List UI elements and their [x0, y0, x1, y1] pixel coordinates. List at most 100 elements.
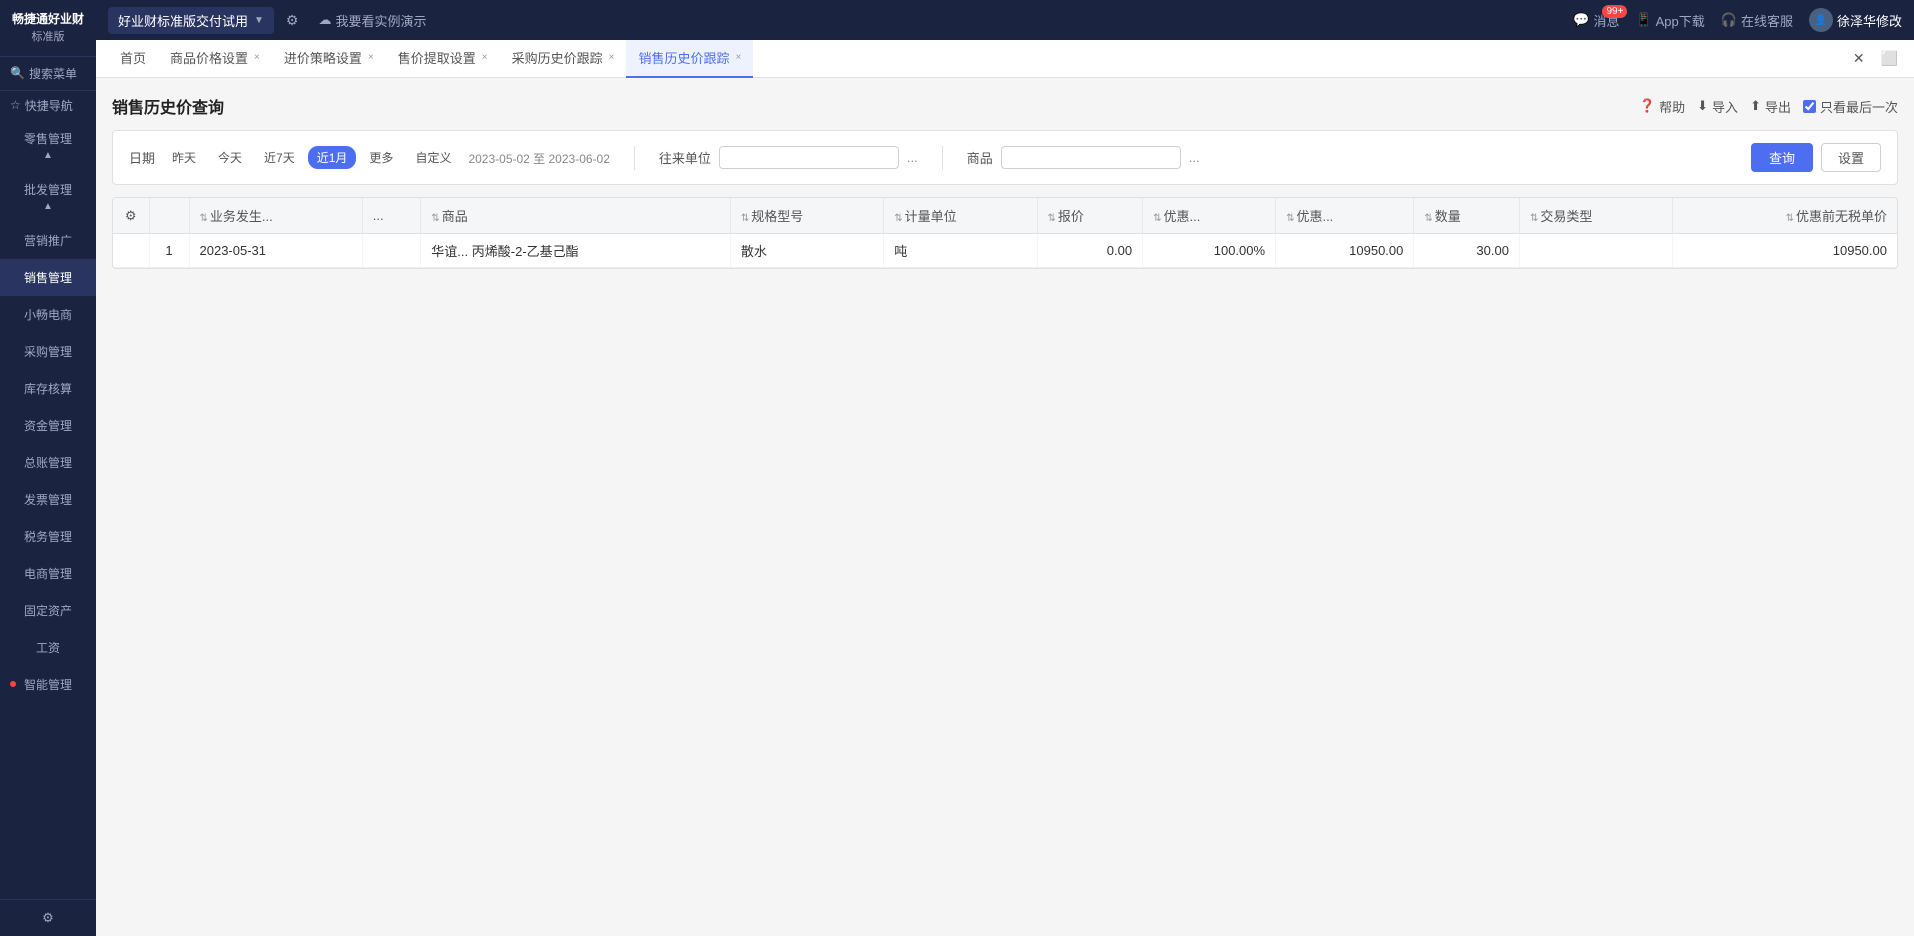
cell-spec: 散水	[730, 234, 883, 268]
avatar-icon: 👤	[1815, 15, 1827, 26]
sidebar-ecommerce-label: 电商管理	[24, 565, 72, 582]
retail-arrow-icon: ▲	[43, 150, 53, 161]
sidebar-sales-label: 销售管理	[24, 269, 72, 286]
settings-button[interactable]: 设置	[1821, 143, 1881, 172]
cell-product: 华谊... 丙烯酸-2-乙基己酯	[421, 234, 731, 268]
wholesale-arrow-icon: ▲	[43, 201, 53, 212]
date-btn-last7[interactable]: 近7天	[255, 146, 304, 169]
tab-product-price-close[interactable]: ×	[254, 52, 260, 63]
messages-button[interactable]: 💬 消息 99+	[1573, 11, 1619, 30]
date-options: 昨天 今天 近7天 近1月 更多 自定义	[163, 146, 460, 169]
sidebar-item-wholesale[interactable]: 批发管理 ▲	[0, 171, 96, 222]
data-table: ⚙ ⇅业务发生... ... ⇅商品 ⇅规格型号	[113, 198, 1897, 268]
col-header-pretax-price[interactable]: ⇅优惠前无税单价	[1673, 198, 1897, 234]
tab-purchase-strategy-close[interactable]: ×	[368, 52, 374, 63]
headset-icon: 🎧	[1721, 12, 1737, 28]
last-only-checkbox-label[interactable]: 只看最后一次	[1803, 97, 1898, 116]
col-header-more[interactable]: ...	[362, 198, 421, 234]
sidebar-item-sales[interactable]: 销售管理	[0, 259, 96, 296]
tab-purchase-strategy-label: 进价策略设置	[284, 48, 362, 67]
tab-purchase-history[interactable]: 采购历史价跟踪 ×	[500, 40, 627, 78]
tab-purchase-history-close[interactable]: ×	[609, 52, 615, 63]
query-button[interactable]: 查询	[1751, 143, 1813, 172]
tab-product-price[interactable]: 商品价格设置 ×	[158, 40, 272, 78]
col-header-trade-type[interactable]: ⇅交易类型	[1519, 198, 1672, 234]
date-btn-custom[interactable]: 自定义	[406, 146, 460, 169]
cell-trade-type	[1519, 234, 1672, 268]
demo-button[interactable]: ☁ 我要看实例演示	[318, 11, 426, 30]
date-btn-more[interactable]: 更多	[360, 146, 402, 169]
source-more-icon[interactable]: ...	[907, 150, 918, 165]
topbar: 好业财标准版交付试用 ▼ ⚙ ☁ 我要看实例演示 💬 消息 99+ 📱 App下…	[96, 0, 1914, 40]
sidebar-logo: 畅捷通好业财 标准版	[0, 0, 96, 57]
sort-date-icon: ⇅	[200, 213, 208, 224]
page-actions: ❓ 帮助 ⬇ 导入 ⬆ 导出 只看最后一次	[1639, 97, 1898, 116]
col-header-discount-pct[interactable]: ⇅优惠...	[1143, 198, 1276, 234]
tab-sales-history-label: 销售历史价跟踪	[638, 48, 729, 67]
last-only-checkbox[interactable]	[1803, 100, 1816, 113]
date-btn-last1m[interactable]: 近1月	[308, 146, 357, 169]
source-input[interactable]	[719, 146, 899, 169]
col-header-unit[interactable]: ⇅计量单位	[884, 198, 1037, 234]
sidebar-quick-nav[interactable]: ☆ 快捷导航	[0, 91, 96, 120]
col-header-spec[interactable]: ⇅规格型号	[730, 198, 883, 234]
module-selector[interactable]: 好业财标准版交付试用 ▼	[108, 7, 274, 34]
module-dropdown-icon: ▼	[254, 15, 264, 26]
date-btn-today[interactable]: 今天	[209, 146, 251, 169]
sidebar-item-marketing[interactable]: 营销推广	[0, 222, 96, 259]
tab-home[interactable]: 首页	[108, 40, 158, 78]
app-download-label: App下载	[1656, 11, 1705, 30]
sidebar-item-general-ledger[interactable]: 总账管理	[0, 444, 96, 481]
col-header-price[interactable]: ⇅报价	[1037, 198, 1143, 234]
help-button[interactable]: ❓ 帮助	[1639, 97, 1685, 116]
user-menu[interactable]: 👤 徐泽华修改	[1809, 8, 1902, 32]
sidebar-item-tax[interactable]: 税务管理	[0, 518, 96, 555]
sidebar-search-label: 搜索菜单	[29, 65, 77, 82]
col-header-qty[interactable]: ⇅数量	[1414, 198, 1520, 234]
sidebar-search[interactable]: 🔍 搜索菜单	[0, 57, 96, 91]
tab-purchase-strategy[interactable]: 进价策略设置 ×	[272, 40, 386, 78]
sidebar-fixed-assets-label: 固定资产	[24, 602, 72, 619]
col-header-gear[interactable]: ⚙	[113, 198, 149, 234]
sidebar-smart-label: 智能管理	[24, 676, 72, 693]
app-download-button[interactable]: 📱 App下载	[1635, 11, 1704, 30]
cell-discount-amt: 10950.00	[1276, 234, 1414, 268]
logo-title: 畅捷通好业财	[8, 12, 88, 28]
sidebar-item-smart[interactable]: 智能管理	[0, 666, 96, 703]
product-more-icon[interactable]: ...	[1189, 150, 1200, 165]
col-header-product[interactable]: ⇅商品	[421, 198, 731, 234]
col-header-discount-amt[interactable]: ⇅优惠...	[1276, 198, 1414, 234]
tab-sale-price-close[interactable]: ×	[482, 52, 488, 63]
expand-window-button[interactable]: ⬜	[1877, 48, 1902, 69]
date-btn-yesterday[interactable]: 昨天	[163, 146, 205, 169]
sidebar-item-salary[interactable]: 工资	[0, 629, 96, 666]
sidebar-item-purchase[interactable]: 采购管理	[0, 333, 96, 370]
logo-subtitle: 标准版	[8, 28, 88, 44]
sidebar-settings[interactable]: ⚙	[0, 899, 96, 936]
sidebar-item-invoice[interactable]: 发票管理	[0, 481, 96, 518]
import-button[interactable]: ⬇ 导入	[1697, 97, 1738, 116]
sidebar-item-inventory[interactable]: 库存核算	[0, 370, 96, 407]
close-window-button[interactable]: ✕	[1849, 48, 1869, 69]
sidebar-item-small-ecommerce[interactable]: 小畅电商	[0, 296, 96, 333]
topbar-settings-icon[interactable]: ⚙	[286, 12, 299, 29]
search-actions: 查询 设置	[1751, 143, 1881, 172]
export-button[interactable]: ⬆ 导出	[1750, 97, 1791, 116]
sidebar-small-ecommerce-label: 小畅电商	[24, 306, 72, 323]
page-content: 销售历史价查询 ❓ 帮助 ⬇ 导入 ⬆ 导出 只看最后一次	[96, 78, 1914, 936]
sidebar-general-ledger-label: 总账管理	[24, 454, 72, 471]
username-label: 徐泽华修改	[1837, 11, 1902, 30]
tab-sale-price[interactable]: 售价提取设置 ×	[386, 40, 500, 78]
sidebar-item-ecommerce[interactable]: 电商管理	[0, 555, 96, 592]
tab-sales-history-close[interactable]: ×	[735, 52, 741, 63]
sidebar-item-retail[interactable]: 零售管理 ▲	[0, 120, 96, 171]
sidebar-item-fixed-assets[interactable]: 固定资产	[0, 592, 96, 629]
tab-sales-history[interactable]: 销售历史价跟踪 ×	[626, 40, 753, 78]
product-input[interactable]	[1001, 146, 1181, 169]
sidebar-item-finance[interactable]: 资金管理	[0, 407, 96, 444]
product-short: 华谊...	[431, 244, 468, 259]
online-service-button[interactable]: 🎧 在线客服	[1721, 11, 1793, 30]
col-header-date[interactable]: ⇅业务发生...	[189, 198, 362, 234]
cell-gear	[113, 234, 149, 268]
col-header-seq	[149, 198, 189, 234]
